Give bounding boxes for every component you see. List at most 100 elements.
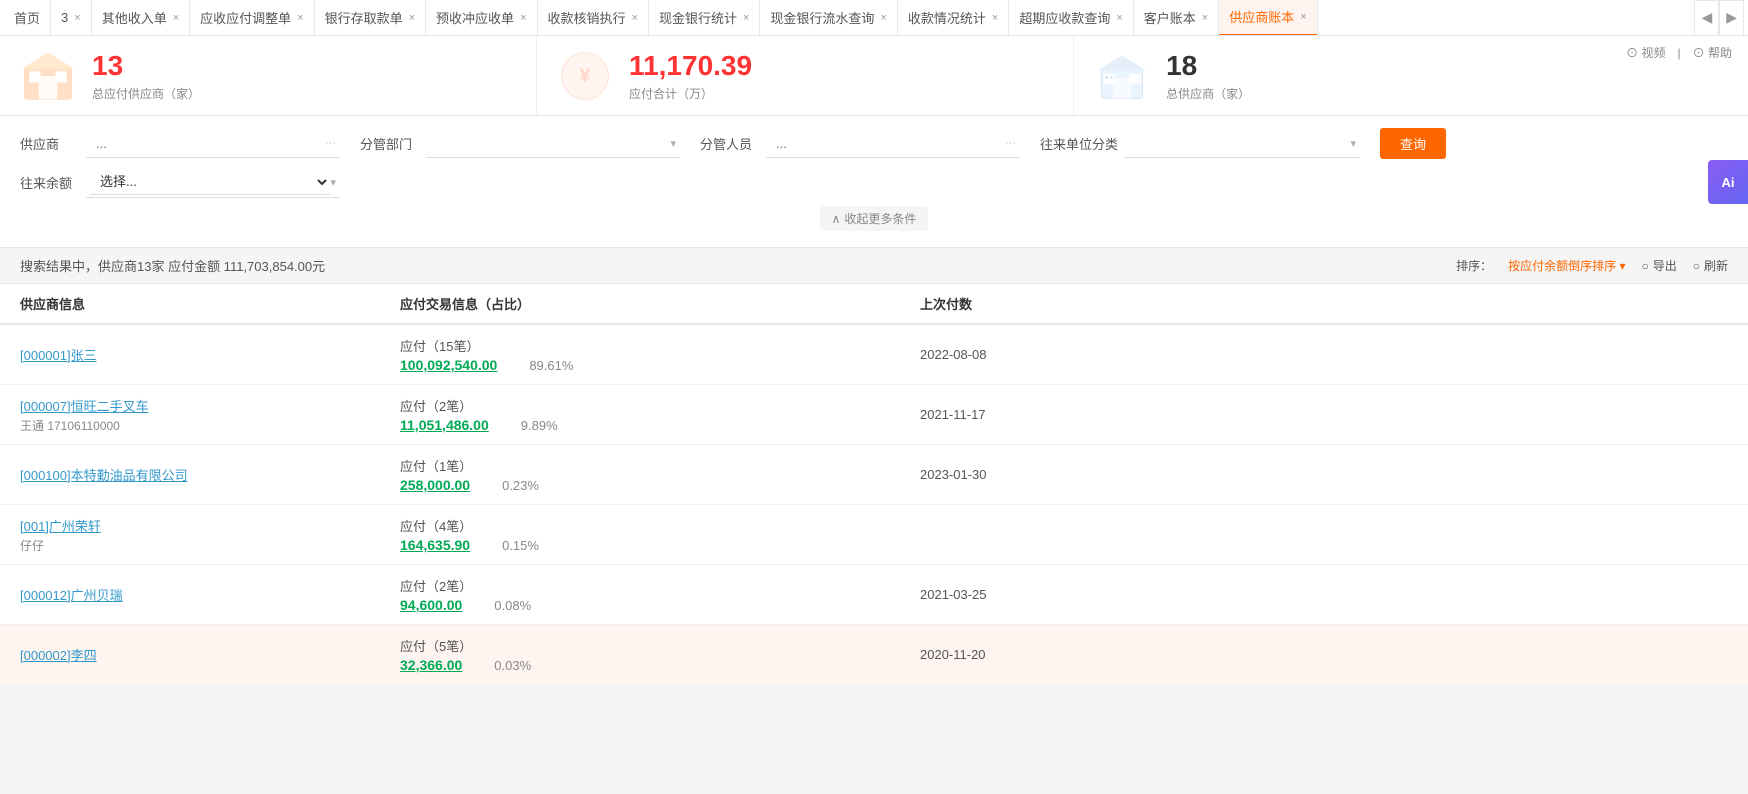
balance-input-wrapper[interactable]: 选择... ▾ (86, 167, 340, 198)
balance-dropdown-icon[interactable]: ▾ (330, 176, 336, 189)
transaction-cell: 应付（15笔） 100,092,540.00 89.61% (400, 336, 920, 373)
transaction-cell: 应付（5笔） 32,366.00 0.03% (400, 636, 920, 673)
category-input[interactable] (1128, 132, 1350, 155)
transaction-label: 应付（4笔） (400, 516, 920, 535)
nav-tab-other-income[interactable]: 其他收入单 × (92, 0, 190, 36)
person-dropdown-icon: ··· (1005, 137, 1016, 149)
stat-total-ap-amount: ¥ 11,170.39 应付合计（万） (537, 36, 1074, 115)
transaction-label: 应付（15笔） (400, 336, 920, 355)
stat-suppliers-number: 18 (1166, 49, 1250, 83)
close-icon[interactable]: × (520, 12, 526, 24)
nav-tab-cash-bank-flow[interactable]: 现金银行流水查询 × (760, 0, 897, 36)
dept-dropdown-icon[interactable]: ▾ (670, 137, 676, 150)
nav-arrow-left[interactable]: ◀ (1694, 0, 1719, 36)
close-icon[interactable]: × (1202, 12, 1208, 24)
sort-text: 按应付余额倒序排序 (1508, 259, 1616, 273)
supplier-info-cell: [000007]恒旺二手叉车 王通 17106110000 (20, 396, 400, 434)
transaction-label: 应付（2笔） (400, 396, 920, 415)
nav-tab-home[interactable]: 首页 (4, 0, 51, 36)
stat-suppliers-label: 总供应商（家） (1166, 85, 1250, 102)
nav-tab-ap-adjust[interactable]: 应收应付调整单 × (190, 0, 314, 36)
transaction-amount[interactable]: 32,366.00 (400, 657, 462, 673)
nav-tab-payment-verify[interactable]: 收款核销执行 × (538, 0, 649, 36)
nav-tab-customer-account-label: 客户账本 (1144, 8, 1196, 27)
close-icon[interactable]: × (880, 12, 886, 24)
collapse-label: 收起更多条件 (844, 210, 916, 227)
transaction-amount[interactable]: 164,635.90 (400, 537, 470, 553)
last-payment-cell: 2023-01-30 (920, 467, 1728, 482)
close-icon[interactable]: × (173, 12, 179, 24)
stat-ap-amount-label: 应付合计（万） (629, 85, 752, 102)
transaction-label: 应付（5笔） (400, 636, 920, 655)
nav-tab-overdue[interactable]: 超期应收款查询 × (1009, 0, 1133, 36)
nav-tab-collection-stat[interactable]: 收款情况统计 × (898, 0, 1009, 36)
supplier-link[interactable]: [000100]本特勤油品有限公司 (20, 465, 400, 484)
nav-tab-other-income-label: 其他收入单 (102, 8, 167, 27)
close-icon[interactable]: × (992, 12, 998, 24)
close-icon[interactable]: × (1116, 12, 1122, 24)
nav-tab-t3-label: 3 (61, 10, 68, 25)
nav-tab-cash-bank-stat[interactable]: 现金银行统计 × (649, 0, 760, 36)
nav-tab-customer-account[interactable]: 客户账本 × (1134, 0, 1219, 36)
close-icon[interactable]: × (74, 12, 80, 24)
table-row: [001]广州荣轩 仔仔 应付（4笔） 164,635.90 0.15% (0, 505, 1748, 565)
nav-tab-t3[interactable]: 3 × (51, 0, 92, 36)
supplier-link[interactable]: [000007]恒旺二手叉车 (20, 396, 400, 415)
table-container: 供应商信息 应付交易信息（占比） 上次付数 [000001]张三 应付（15笔）… (0, 284, 1748, 685)
nav-tab-prepay[interactable]: 预收冲应收单 × (426, 0, 537, 36)
last-payment-cell: 2020-11-20 (920, 647, 1728, 662)
supplier-info-cell: [001]广州荣轩 仔仔 (20, 516, 400, 554)
video-link[interactable]: ⊙ 视频 (1626, 44, 1665, 61)
person-input-wrapper[interactable]: ··· (766, 130, 1020, 158)
transaction-amount[interactable]: 11,051,486.00 (400, 417, 489, 433)
supplier-input[interactable] (90, 132, 325, 155)
stats-bar: 13 总应付供应商（家） ¥ 11,170.39 应付合计（万） (0, 36, 1748, 116)
sort-value[interactable]: 按应付余额倒序排序 ▾ (1508, 257, 1625, 274)
last-payment-cell: 2021-11-17 (920, 407, 1728, 422)
supplier-input-wrapper[interactable]: ··· (86, 130, 340, 158)
supplier-link[interactable]: [001]广州荣轩 (20, 516, 400, 535)
top-nav: 首页 3 × 其他收入单 × 应收应付调整单 × 银行存取款单 × 预收冲应收单… (0, 0, 1748, 36)
stat-ap-amount-number: 11,170.39 (629, 49, 752, 83)
close-icon[interactable]: × (297, 12, 303, 24)
export-button[interactable]: ○ 导出 (1641, 257, 1676, 274)
close-icon[interactable]: × (632, 12, 638, 24)
filter-row-1: 供应商 ··· 分管部门 ▾ 分管人员 ··· 往来单位分类 (20, 128, 1728, 159)
category-input-wrapper[interactable]: ▾ (1124, 130, 1360, 158)
table-header: 供应商信息 应付交易信息（占比） 上次付数 (0, 284, 1748, 325)
export-icon: ○ (1641, 259, 1648, 273)
dept-input[interactable] (430, 132, 670, 155)
help-bar: ⊙ 视频 | ⊙ 帮助 (1610, 44, 1748, 61)
transaction-amount[interactable]: 258,000.00 (400, 477, 470, 493)
nav-arrow-right[interactable]: ▶ (1719, 0, 1744, 36)
category-dropdown-icon[interactable]: ▾ (1350, 137, 1356, 150)
supplier-link[interactable]: [000002]李四 (20, 645, 400, 664)
ai-float-panel: Ai (1708, 160, 1748, 204)
balance-filter-label: 往来余额 (20, 173, 80, 192)
nav-tab-bank-deposit[interactable]: 银行存取款单 × (315, 0, 426, 36)
close-icon[interactable]: × (1300, 11, 1306, 23)
ai-button[interactable]: Ai (1708, 160, 1748, 204)
stat-ap-suppliers-number: 13 (92, 49, 200, 83)
collapse-button[interactable]: ∧ 收起更多条件 (820, 206, 929, 231)
nav-tab-payment-verify-label: 收款核销执行 (548, 8, 626, 27)
result-text: 搜索结果中，供应商13家 应付金额 111,703,854.00元 (20, 256, 325, 275)
chevron-up-icon: ∧ (832, 212, 841, 226)
nav-tab-overdue-label: 超期应收款查询 (1019, 8, 1110, 27)
nav-tab-supplier-account[interactable]: 供应商账本 × (1219, 0, 1317, 36)
help-link[interactable]: ⊙ 帮助 (1693, 44, 1732, 61)
supplier-link[interactable]: [000012]广州贝瑞 (20, 585, 400, 604)
supplier-dropdown-icon: ··· (325, 137, 336, 149)
supplier-link[interactable]: [000001]张三 (20, 345, 400, 364)
refresh-button[interactable]: ○ 刷新 (1693, 257, 1728, 274)
balance-select[interactable]: 选择... (90, 169, 330, 195)
transaction-amount[interactable]: 94,600.00 (400, 597, 462, 613)
col-header-transaction-info: 应付交易信息（占比） (400, 294, 920, 313)
nav-tab-cash-bank-stat-label: 现金银行统计 (659, 8, 737, 27)
close-icon[interactable]: × (409, 12, 415, 24)
dept-input-wrapper[interactable]: ▾ (426, 130, 680, 158)
person-input[interactable] (770, 132, 1005, 155)
transaction-amount[interactable]: 100,092,540.00 (400, 357, 497, 373)
query-button[interactable]: 查询 (1380, 128, 1446, 159)
close-icon[interactable]: × (743, 12, 749, 24)
